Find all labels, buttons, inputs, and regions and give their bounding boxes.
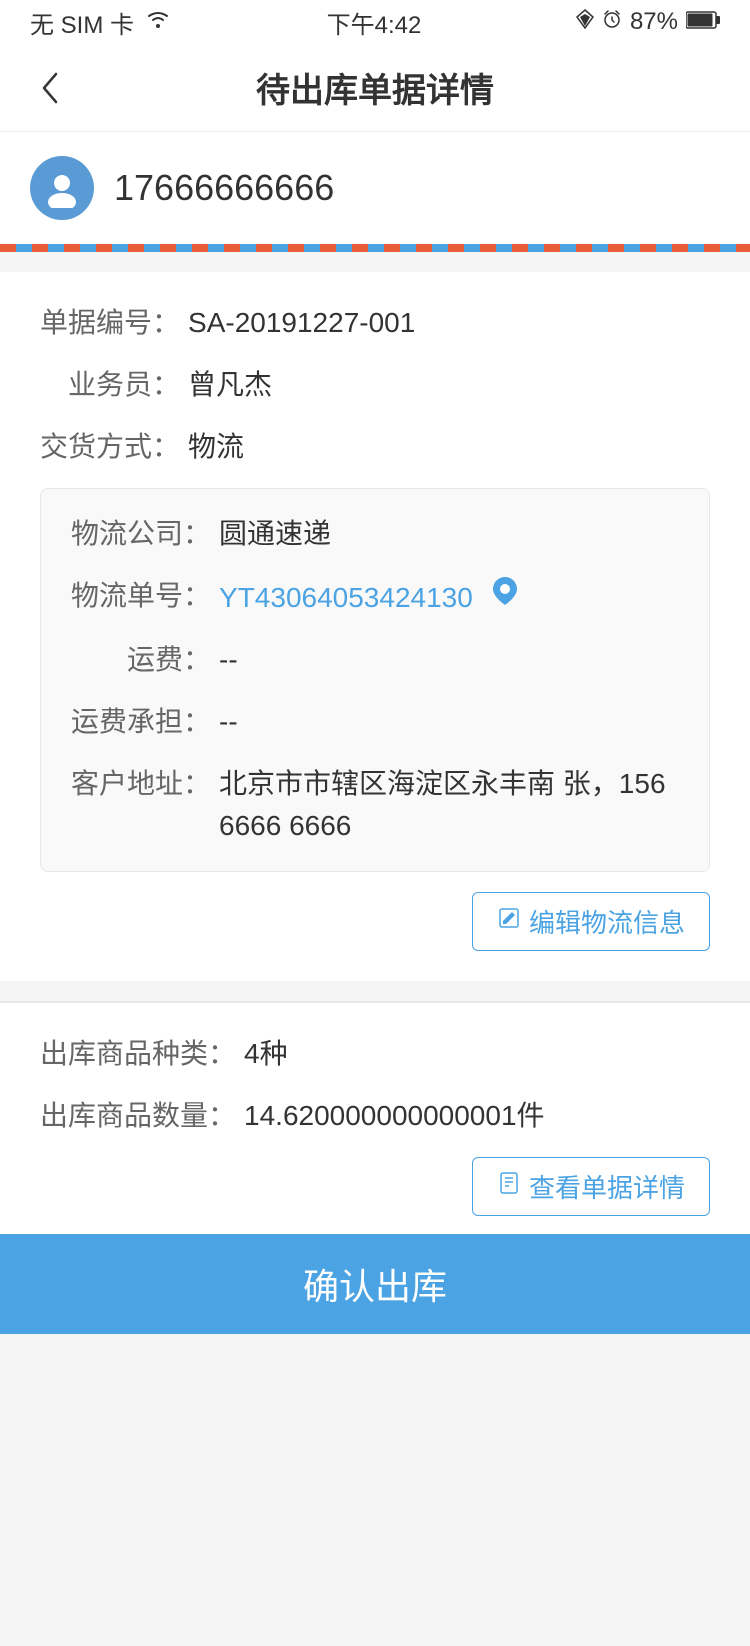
time-label: 下午4:42 (327, 5, 422, 40)
order-no-row: 单据编号： SA-20191227-001 (40, 302, 710, 344)
wifi-icon (144, 8, 172, 36)
edit-icon (497, 906, 521, 937)
company-row: 物流公司： 圆通速递 (71, 513, 679, 555)
salesman-value: 曾凡杰 (188, 364, 710, 406)
goods-types-value: 4种 (244, 1033, 710, 1075)
delivery-row: 交货方式： 物流 (40, 426, 710, 468)
document-icon (497, 1171, 521, 1202)
company-value: 圆通速递 (219, 513, 679, 555)
goods-section: 出库商品种类： 4种 出库商品数量： 14.620000000000001件 查… (0, 1003, 750, 1246)
tracking-row: 物流单号： YT43064053424130 (71, 575, 679, 619)
company-label: 物流公司： (71, 513, 211, 555)
location-status-icon (576, 8, 594, 36)
goods-quantity-row: 出库商品数量： 14.620000000000001件 (40, 1095, 710, 1137)
freight-bearer-label: 运费承担： (71, 701, 211, 743)
carrier-label: 无 SIM 卡 (30, 5, 134, 40)
tracking-label: 物流单号： (71, 575, 211, 617)
alarm-status-icon (602, 8, 622, 36)
goods-quantity-label: 出库商品数量： (40, 1095, 236, 1137)
delivery-value: 物流 (188, 426, 710, 468)
freight-row: 运费： -- (71, 639, 679, 681)
status-bar: 无 SIM 卡 下午4:42 87% (0, 0, 750, 44)
avatar (30, 156, 94, 220)
freight-value: -- (219, 639, 679, 681)
delivery-label: 交货方式： (40, 426, 180, 468)
address-label: 客户地址： (71, 763, 211, 805)
freight-bearer-row: 运费承担： -- (71, 701, 679, 743)
edit-logistics-label: 编辑物流信息 (529, 903, 685, 940)
nav-bar: 待出库单据详情 (0, 44, 750, 132)
freight-bearer-value: -- (219, 701, 679, 743)
goods-types-label: 出库商品种类： (40, 1033, 236, 1075)
salesman-label: 业务员： (40, 364, 180, 406)
back-button[interactable] (30, 68, 70, 108)
address-row: 客户地址： 北京市市辖区海淀区永丰南 张，156 6666 6666 (71, 763, 679, 847)
tracking-value: YT43064053424130 (219, 575, 679, 619)
logistics-card: 物流公司： 圆通速递 物流单号： YT43064053424130 运费： (40, 488, 710, 872)
edit-logistics-button[interactable]: 编辑物流信息 (472, 892, 710, 951)
page-title: 待出库单据详情 (256, 63, 494, 112)
basic-info-section: 单据编号： SA-20191227-001 业务员： 曾凡杰 交货方式： 物流 … (0, 272, 750, 981)
address-value: 北京市市辖区海淀区永丰南 张，156 6666 6666 (219, 763, 679, 847)
customer-header: 17666666666 (0, 132, 750, 244)
order-no-value: SA-20191227-001 (188, 302, 710, 344)
order-no-label: 单据编号： (40, 302, 180, 344)
goods-types-row: 出库商品种类： 4种 (40, 1033, 710, 1075)
confirm-outbound-button[interactable]: 确认出库 (0, 1234, 750, 1334)
salesman-row: 业务员： 曾凡杰 (40, 364, 710, 406)
freight-label: 运费： (71, 639, 211, 681)
dashed-divider (0, 244, 750, 252)
goods-quantity-value: 14.620000000000001件 (244, 1095, 710, 1137)
customer-phone: 17666666666 (114, 167, 334, 209)
battery-label: 87% (630, 8, 678, 36)
confirm-label: 确认出库 (303, 1258, 447, 1310)
view-details-label: 查看单据详情 (529, 1168, 685, 1205)
view-details-button[interactable]: 查看单据详情 (472, 1157, 710, 1216)
location-pin-icon[interactable] (491, 575, 519, 607)
battery-icon (686, 8, 720, 36)
